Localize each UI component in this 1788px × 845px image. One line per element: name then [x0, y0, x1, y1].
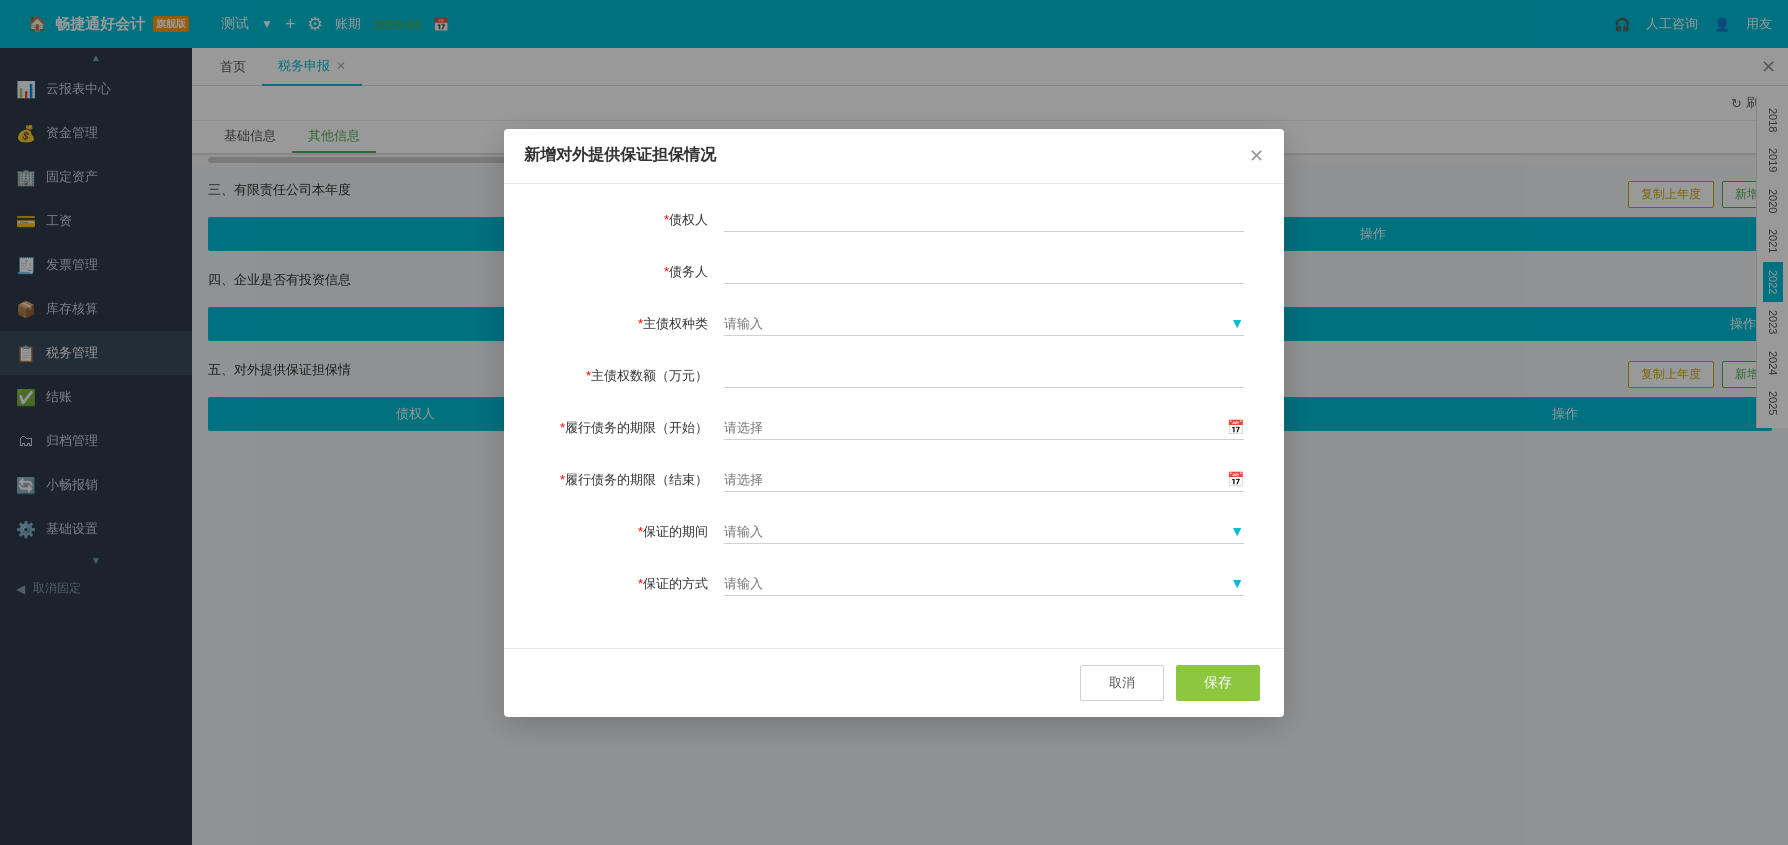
calendar-icon-start[interactable]: 📅: [1227, 419, 1244, 435]
required-star-gmethod: *: [638, 576, 643, 591]
modal-overlay: 新增对外提供保证担保情况 ✕ *债权人 *债务人 *主债权种类: [0, 0, 1788, 845]
modal-body: *债权人 *债务人 *主债权种类 ▼: [504, 184, 1284, 648]
form-row-creditor-type: *主债权种类 ▼: [544, 312, 1244, 336]
modal-add-guarantee: 新增对外提供保证担保情况 ✕ *债权人 *债务人 *主债权种类: [504, 129, 1284, 717]
chevron-down-icon-gmethod[interactable]: ▼: [1230, 575, 1244, 591]
form-row-creditor-amount: *主债权数额（万元）: [544, 364, 1244, 388]
form-row-guarantee-method: *保证的方式 ▼: [544, 572, 1244, 596]
label-start-date: *履行债务的期限（开始）: [544, 419, 724, 437]
chevron-down-icon-ctype[interactable]: ▼: [1230, 315, 1244, 331]
required-star-creditor: *: [664, 212, 669, 227]
label-creditor-amount: *主债权数额（万元）: [544, 367, 724, 385]
form-row-end-date: *履行债务的期限（结束） 📅: [544, 468, 1244, 492]
label-creditor-type: *主债权种类: [544, 315, 724, 333]
required-star-gperiod: *: [638, 524, 643, 539]
input-guarantee-period[interactable]: [724, 520, 1230, 543]
form-row-guarantee-period: *保证的期间 ▼: [544, 520, 1244, 544]
date-wrap-end: 📅: [724, 468, 1244, 492]
input-guarantee-method[interactable]: [724, 572, 1230, 595]
modal-title: 新增对外提供保证担保情况: [524, 145, 716, 166]
input-debtor[interactable]: [724, 260, 1244, 284]
calendar-icon-end[interactable]: 📅: [1227, 471, 1244, 487]
select-wrap-guarantee-period: ▼: [724, 520, 1244, 544]
input-creditor[interactable]: [724, 208, 1244, 232]
label-guarantee-method: *保证的方式: [544, 575, 724, 593]
input-start-date[interactable]: [724, 416, 1227, 439]
label-creditor: *债权人: [544, 211, 724, 229]
modal-header: 新增对外提供保证担保情况 ✕: [504, 129, 1284, 184]
select-wrap-creditor-type: ▼: [724, 312, 1244, 336]
required-star-end: *: [560, 472, 565, 487]
cancel-button[interactable]: 取消: [1080, 665, 1164, 701]
label-end-date: *履行债务的期限（结束）: [544, 471, 724, 489]
required-star-start: *: [560, 420, 565, 435]
form-row-start-date: *履行债务的期限（开始） 📅: [544, 416, 1244, 440]
label-guarantee-period: *保证的期间: [544, 523, 724, 541]
modal-close-button[interactable]: ✕: [1249, 145, 1264, 167]
required-star-debtor: *: [664, 264, 669, 279]
modal-footer: 取消 保存: [504, 648, 1284, 717]
required-star-amount: *: [586, 368, 591, 383]
input-creditor-type[interactable]: [724, 312, 1230, 335]
chevron-down-icon-gperiod[interactable]: ▼: [1230, 523, 1244, 539]
form-row-creditor: *债权人: [544, 208, 1244, 232]
input-creditor-amount[interactable]: [724, 364, 1244, 388]
input-end-date[interactable]: [724, 468, 1227, 491]
required-star-ctype: *: [638, 316, 643, 331]
save-button[interactable]: 保存: [1176, 665, 1260, 701]
date-wrap-start: 📅: [724, 416, 1244, 440]
select-wrap-guarantee-method: ▼: [724, 572, 1244, 596]
form-row-debtor: *债务人: [544, 260, 1244, 284]
label-debtor: *债务人: [544, 263, 724, 281]
